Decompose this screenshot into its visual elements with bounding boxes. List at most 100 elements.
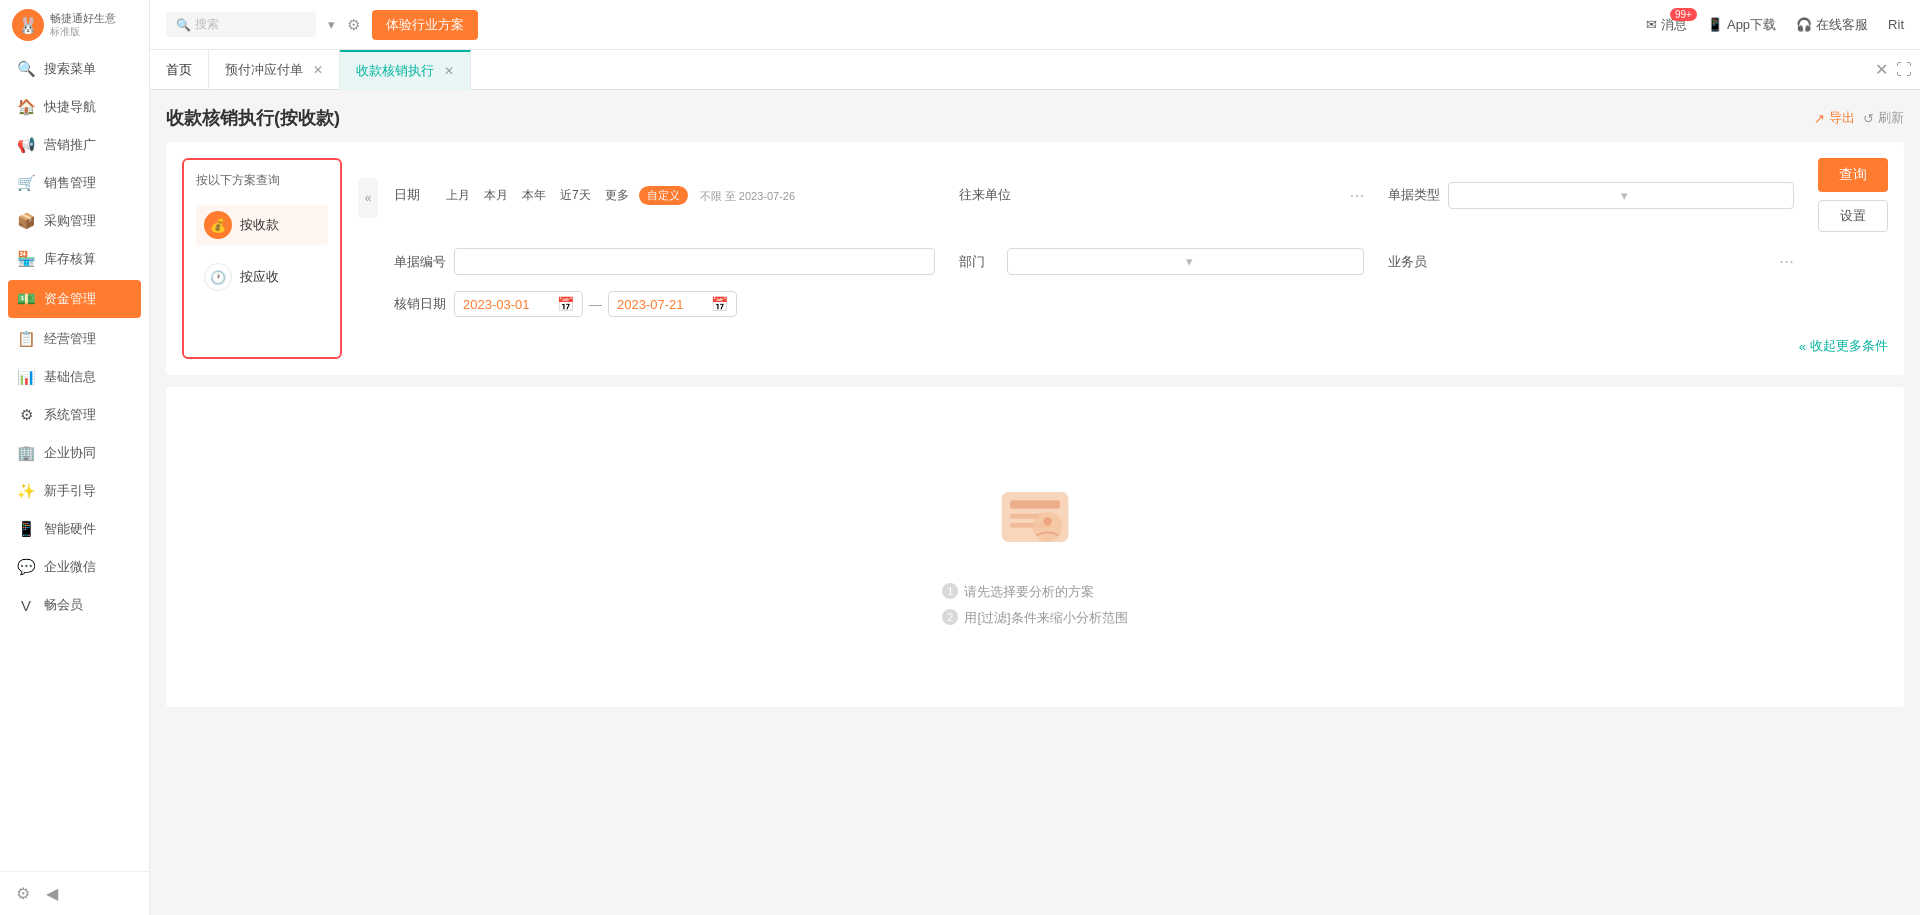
tab-prepay[interactable]: 预付冲应付单 ✕ bbox=[209, 50, 340, 90]
date-nolimit: 不限 至 2023-07-26 bbox=[700, 189, 795, 204]
sidebar-item-7[interactable]: 📋经营管理 bbox=[0, 320, 149, 358]
service-label: 在线客服 bbox=[1816, 16, 1868, 34]
tip-num-2: 2 bbox=[942, 609, 958, 625]
search-placeholder: 搜索 bbox=[195, 16, 219, 33]
export-button[interactable]: ↗ 导出 bbox=[1814, 109, 1855, 127]
verify-date-end-input[interactable] bbox=[617, 297, 707, 312]
calendar-start-icon[interactable]: 📅 bbox=[557, 296, 574, 312]
refresh-button[interactable]: ↺ 刷新 bbox=[1863, 109, 1904, 127]
sidebar-icon-12: 📱 bbox=[16, 520, 36, 538]
doc-type-field: 单据类型 ▾ bbox=[1388, 182, 1794, 209]
sidebar-item-14[interactable]: V畅会员 bbox=[0, 586, 149, 624]
sidebar-icon-8: 📊 bbox=[16, 368, 36, 386]
query-row-1: 日期 上月 本月 本年 近7天 更多 自定义 不限 至 2023-07-26 bbox=[394, 158, 1888, 232]
message-icon: ✉ bbox=[1646, 17, 1657, 32]
calendar-end-icon[interactable]: 📅 bbox=[711, 296, 728, 312]
sidebar-item-8[interactable]: 📊 基础信息 bbox=[0, 358, 149, 396]
counterpart-dots[interactable]: ··· bbox=[1349, 185, 1364, 206]
filter-option-by-receivable[interactable]: 🕐 按应收 bbox=[196, 257, 328, 297]
sidebar-item-4[interactable]: 📦采购管理 bbox=[0, 202, 149, 240]
filter-option-by-receipt[interactable]: 💰 按收款 bbox=[196, 205, 328, 245]
logo-icon: 🐰 bbox=[12, 9, 44, 41]
sidebar-label-11: 新手引导 bbox=[44, 482, 96, 500]
sidebar-menu: 🔍搜索菜单🏠快捷导航📢营销推广🛒销售管理📦采购管理 🏪 库存核算 💵资金管理📋经营管理… bbox=[0, 50, 149, 871]
user-info[interactable]: Rit bbox=[1888, 17, 1904, 32]
sidebar-icon-6: 💵 bbox=[16, 290, 36, 308]
empty-tip-2: 2 用[过滤]条件来缩小分析范围 bbox=[942, 609, 1127, 627]
date-this-year[interactable]: 本年 bbox=[518, 185, 550, 206]
query-button[interactable]: 查询 bbox=[1818, 158, 1888, 192]
sidebar-icon-11: ✨ bbox=[16, 482, 36, 500]
doc-type-arrow: ▾ bbox=[1621, 188, 1783, 203]
tip-text-1: 请先选择要分析的方案 bbox=[964, 583, 1094, 601]
search-box[interactable]: 🔍 搜索 bbox=[166, 12, 316, 37]
message-badge: 99+ bbox=[1670, 8, 1697, 21]
solution-button[interactable]: 体验行业方案 bbox=[372, 10, 478, 40]
close-window-icon[interactable]: ✕ bbox=[1875, 60, 1888, 79]
sidebar-item-12[interactable]: 📱智能硬件 bbox=[0, 510, 149, 548]
sidebar-item-10[interactable]: 🏢企业协同 bbox=[0, 434, 149, 472]
tabbar: 首页 预付冲应付单 ✕ 收款核销执行 ✕ ✕ ⛶ bbox=[150, 50, 1920, 90]
sidebar-item-3[interactable]: 🛒销售管理 bbox=[0, 164, 149, 202]
content-panel: 1 请先选择要分析的方案 2 用[过滤]条件来缩小分析范围 bbox=[166, 387, 1904, 707]
collapse-filter-button[interactable]: « bbox=[358, 178, 378, 218]
tab-prepay-label: 预付冲应付单 bbox=[225, 61, 303, 79]
content-area: 收款核销执行(按收款) ↗ 导出 ↺ 刷新 按以下方案查询 💰 按收款 bbox=[150, 90, 1920, 915]
sidebar-item-0[interactable]: 🔍搜索菜单 bbox=[0, 50, 149, 88]
sidebar-label-5: 库存核算 bbox=[44, 250, 96, 268]
date-last-7days[interactable]: 近7天 bbox=[556, 185, 595, 206]
dropdown-icon[interactable]: ▾ bbox=[328, 17, 335, 32]
sidebar-label-8: 基础信息 bbox=[44, 368, 96, 386]
svg-rect-1 bbox=[1010, 500, 1060, 508]
verify-date-range: 📅 — 📅 bbox=[454, 291, 737, 317]
logo-sub: 标准版 bbox=[50, 25, 116, 39]
date-more[interactable]: 更多 bbox=[601, 185, 633, 206]
tab-verify[interactable]: 收款核销执行 ✕ bbox=[340, 50, 471, 90]
search-icon: 🔍 bbox=[176, 18, 191, 32]
date-last-month[interactable]: 上月 bbox=[442, 185, 474, 206]
sidebar-item-13[interactable]: 💬企业微信 bbox=[0, 548, 149, 586]
empty-tips: 1 请先选择要分析的方案 2 用[过滤]条件来缩小分析范围 bbox=[942, 583, 1127, 627]
sidebar-icon-1: 🏠 bbox=[16, 98, 36, 116]
dept-selector[interactable]: ▾ bbox=[1007, 248, 1365, 275]
tab-verify-close[interactable]: ✕ bbox=[444, 64, 454, 78]
online-service-action[interactable]: 🎧 在线客服 bbox=[1796, 16, 1868, 34]
sidebar-item-5[interactable]: 🏪 库存核算 bbox=[0, 240, 149, 278]
sidebar-item-1[interactable]: 🏠快捷导航 bbox=[0, 88, 149, 126]
sidebar-icon-14: V bbox=[16, 597, 36, 614]
page-header: 收款核销执行(按收款) ↗ 导出 ↺ 刷新 bbox=[166, 106, 1904, 130]
tab-home[interactable]: 首页 bbox=[150, 50, 209, 90]
app-download-action[interactable]: 📱 App下载 bbox=[1707, 16, 1776, 34]
message-action[interactable]: ✉ 消息 99+ bbox=[1646, 16, 1687, 34]
maximize-icon[interactable]: ⛶ bbox=[1896, 61, 1912, 79]
sidebar: 🐰 畅捷通好生意 标准版 🔍搜索菜单🏠快捷导航📢营销推广🛒销售管理📦采购管理🏪库… bbox=[0, 0, 150, 915]
empty-tip-1: 1 请先选择要分析的方案 bbox=[942, 583, 1127, 601]
tip-num-1: 1 bbox=[942, 583, 958, 599]
settings-icon[interactable]: ⚙ bbox=[16, 884, 30, 903]
gear-icon[interactable]: ⚙ bbox=[347, 16, 360, 34]
dept-arrow: ▾ bbox=[1186, 254, 1354, 269]
doc-no-input[interactable] bbox=[454, 248, 935, 275]
doc-no-field: 单据编号 bbox=[394, 248, 935, 275]
sidebar-icon-5: 🏪 bbox=[16, 250, 36, 268]
collapse-sidebar-icon[interactable]: ◀ bbox=[46, 884, 58, 903]
sidebar-item-9[interactable]: ⚙系统管理 bbox=[0, 396, 149, 434]
date-label: 日期 bbox=[394, 186, 434, 204]
verify-date-start-input[interactable] bbox=[463, 297, 553, 312]
sidebar-bottom: ⚙ ◀ bbox=[0, 871, 149, 915]
settings-button[interactable]: 设置 bbox=[1818, 200, 1888, 232]
date-custom-badge[interactable]: 自定义 bbox=[639, 186, 688, 205]
svg-point-5 bbox=[1043, 517, 1051, 525]
sidebar-item-6[interactable]: 💵资金管理 bbox=[8, 280, 141, 318]
date-this-month[interactable]: 本月 bbox=[480, 185, 512, 206]
sidebar-item-2[interactable]: 📢营销推广 bbox=[0, 126, 149, 164]
sidebar-icon-9: ⚙ bbox=[16, 406, 36, 424]
verify-date-start-wrapper: 📅 bbox=[454, 291, 583, 317]
staff-field: 业务员 ··· bbox=[1388, 251, 1794, 272]
staff-dots[interactable]: ··· bbox=[1779, 251, 1794, 272]
doc-type-selector[interactable]: ▾ bbox=[1448, 182, 1794, 209]
collapse-more-btn[interactable]: « 收起更多条件 bbox=[394, 333, 1888, 359]
service-icon: 🎧 bbox=[1796, 17, 1812, 32]
tab-prepay-close[interactable]: ✕ bbox=[313, 63, 323, 77]
sidebar-item-11[interactable]: ✨ 新手引导 bbox=[0, 472, 149, 510]
